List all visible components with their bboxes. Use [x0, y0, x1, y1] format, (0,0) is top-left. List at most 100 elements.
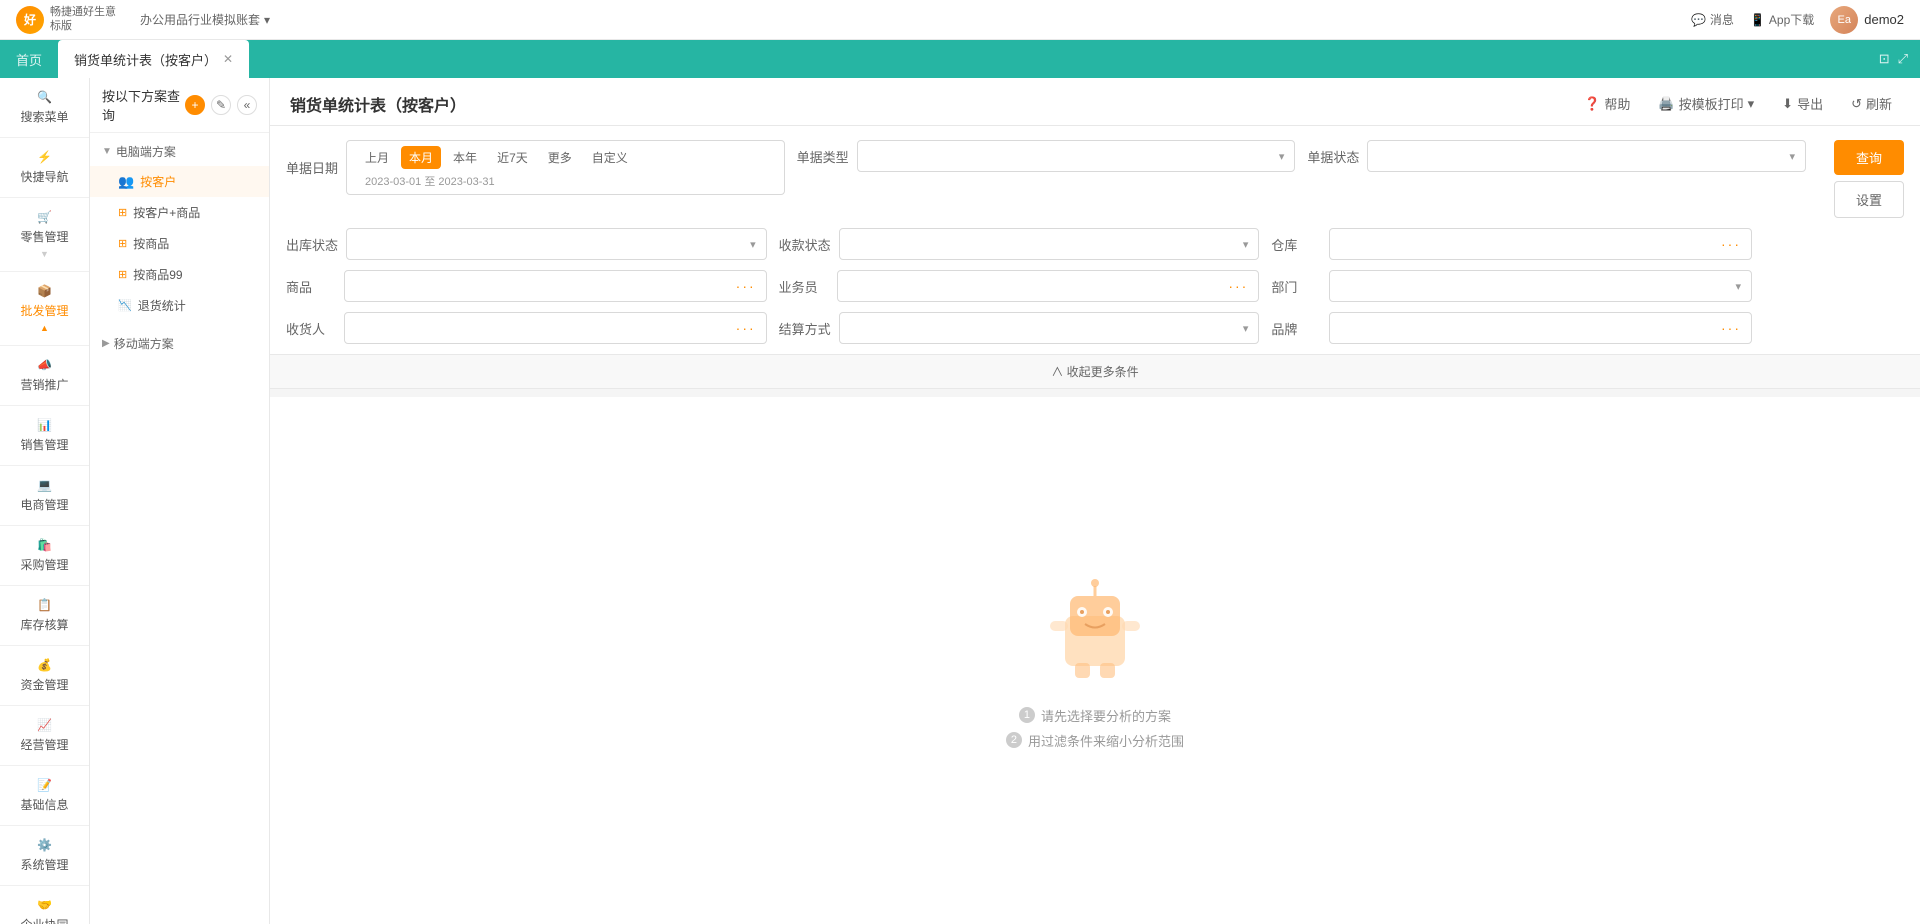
- app-download-btn[interactable]: 📱 App下载: [1750, 11, 1814, 28]
- brand-dots: ···: [1721, 320, 1741, 336]
- status-select[interactable]: ▾: [1367, 140, 1806, 172]
- tab-home[interactable]: 首页: [0, 40, 58, 78]
- date-btn-custom[interactable]: 自定义: [584, 146, 636, 169]
- sidebar-item-inventory[interactable]: 📋 库存核算: [0, 586, 89, 646]
- scheme-group-mobile-title[interactable]: ▶ 移动端方案: [90, 329, 269, 358]
- header-left: 好 畅捷通好生意 标版 办公用品行业模拟账套 ▾: [16, 6, 270, 34]
- query-btn[interactable]: 查询: [1834, 140, 1904, 175]
- brand-label: 品牌: [1271, 319, 1321, 338]
- status-label: 单据状态: [1307, 147, 1359, 166]
- page-title: 销货单统计表（按客户）: [290, 92, 466, 116]
- message-icon: 💬: [1691, 13, 1706, 27]
- settlement-select[interactable]: ▾: [839, 312, 1260, 344]
- help-btn[interactable]: ❓ 帮助: [1576, 90, 1638, 117]
- type-select[interactable]: ▾: [857, 140, 1296, 172]
- scheme-item-customer-goods[interactable]: ⊞ 按客户+商品: [90, 197, 269, 228]
- sidebar-item-wholesale[interactable]: 📦 批发管理 ▲: [0, 272, 89, 346]
- receiver-dots: ···: [736, 320, 756, 336]
- help-icon: ❓: [1584, 96, 1600, 112]
- date-label: 单据日期: [286, 158, 338, 177]
- empty-hint-2: 2 用过滤条件来缩小分析范围: [1006, 731, 1184, 750]
- tab-bar: 首页 销货单统计表（按客户） ✕ ⊡ ⤢: [0, 40, 1920, 78]
- receive-status-select[interactable]: ▾: [839, 228, 1260, 260]
- sidebar-item-operations[interactable]: 📈 经营管理: [0, 706, 89, 766]
- refresh-btn[interactable]: ↺ 刷新: [1843, 90, 1900, 117]
- settlement-chevron-icon: ▾: [1243, 322, 1249, 335]
- main-layout: 🔍 搜索菜单 ⚡ 快捷导航 🛒 零售管理 ▼ 📦 批发管理 ▲ 📣 营销推广 📊…: [0, 78, 1920, 924]
- staff-input[interactable]: ···: [837, 270, 1260, 302]
- scheme-item-goods99[interactable]: ⊞ 按商品99: [90, 259, 269, 290]
- date-btn-this-month[interactable]: 本月: [401, 146, 441, 169]
- empty-svg: [1035, 566, 1155, 686]
- sidebar-item-sales[interactable]: 📊 销售管理: [0, 406, 89, 466]
- edit-scheme-btn[interactable]: ✎: [211, 95, 231, 115]
- out-status-label: 出库状态: [286, 235, 338, 254]
- search-icon: 🔍: [37, 90, 52, 104]
- setting-btn[interactable]: 设置: [1834, 181, 1904, 218]
- scheme-group-desktop-title[interactable]: ▼ 电脑端方案: [90, 137, 269, 166]
- status-filter-field: 单据状态 ▾: [1307, 140, 1806, 172]
- sidebar-item-retail[interactable]: 🛒 零售管理 ▼: [0, 198, 89, 272]
- sidebar-item-purchase[interactable]: 🛍️ 采购管理: [0, 526, 89, 586]
- add-scheme-btn[interactable]: +: [185, 95, 205, 115]
- export-icon: ⬇: [1782, 96, 1793, 112]
- sidebar-item-enterprise[interactable]: 🤝 企业协同: [0, 886, 89, 924]
- tab-sales-stat[interactable]: 销货单统计表（按客户） ✕: [58, 40, 249, 78]
- logo-icon: 好: [16, 6, 44, 34]
- collapse-icon: ▲: [40, 323, 49, 333]
- tab-maximize[interactable]: ⊡ ⤢: [1867, 51, 1920, 67]
- collapse-scheme-btn[interactable]: «: [237, 95, 257, 115]
- scheme-item-by-customer[interactable]: 👥 按客户: [90, 166, 269, 197]
- sidebar-item-shortcuts[interactable]: ⚡ 快捷导航: [0, 138, 89, 198]
- out-status-chevron-icon: ▾: [750, 238, 756, 251]
- date-btn-7days[interactable]: 近7天: [489, 146, 536, 169]
- date-btn-more[interactable]: 更多: [540, 146, 580, 169]
- close-tab-icon[interactable]: ✕: [223, 52, 233, 66]
- logo-text: 畅捷通好生意 标版: [50, 6, 116, 32]
- filter-row-4: 收货人 ··· 结算方式 ▾ 品牌 ···: [286, 312, 1904, 344]
- scheme-item-by-goods[interactable]: ⊞ 按商品: [90, 228, 269, 259]
- out-status-select[interactable]: ▾: [346, 228, 767, 260]
- returns-icon: 📉: [118, 299, 132, 312]
- empty-illustration: [1035, 566, 1155, 686]
- date-btn-this-year[interactable]: 本年: [445, 146, 485, 169]
- goods-input[interactable]: ···: [344, 270, 767, 302]
- department-select[interactable]: ▾: [1329, 270, 1752, 302]
- customer-scheme-icon: 👥: [118, 174, 134, 190]
- export-btn[interactable]: ⬇ 导出: [1774, 90, 1831, 117]
- scheme-group-mobile: ▶ 移动端方案: [90, 325, 269, 362]
- company-selector[interactable]: 办公用品行业模拟账套 ▾: [140, 11, 270, 28]
- system-icon: ⚙️: [37, 838, 52, 852]
- right-action-btns: 查询 设置: [1834, 140, 1904, 218]
- logo-area: 好 畅捷通好生意 标版: [16, 6, 116, 34]
- scheme-panel: 按以下方案查询 + ✎ « ▼ 电脑端方案 👥 按客户 ⊞ 按客户+商品 ⊞: [90, 78, 270, 924]
- settlement-field: 结算方式 ▾: [779, 312, 1260, 344]
- goods99-icon: ⊞: [118, 268, 127, 281]
- sidebar-item-basic-info[interactable]: 📝 基础信息: [0, 766, 89, 826]
- sidebar-item-system[interactable]: ⚙️ 系统管理: [0, 826, 89, 886]
- print-icon: 🖨️: [1658, 96, 1674, 112]
- staff-dots: ···: [1228, 278, 1248, 294]
- sidebar-item-ecommerce[interactable]: 💻 电商管理: [0, 466, 89, 526]
- scheme-item-returns[interactable]: 📉 退货统计: [90, 290, 269, 321]
- collapse-bar[interactable]: ∧ 收起更多条件: [270, 355, 1920, 389]
- out-status-field: 出库状态 ▾: [286, 228, 767, 260]
- warehouse-input[interactable]: ···: [1329, 228, 1752, 260]
- warehouse-dots: ···: [1721, 236, 1741, 252]
- goods-icon: ⊞: [118, 237, 127, 250]
- filter-row-2: 出库状态 ▾ 收款状态 ▾ 仓库 ···: [286, 228, 1904, 260]
- receive-status-chevron-icon: ▾: [1243, 238, 1249, 251]
- user-area[interactable]: Ea demo2: [1830, 6, 1904, 34]
- purchase-icon: 🛍️: [37, 538, 52, 552]
- messages-btn[interactable]: 💬 消息: [1691, 11, 1734, 28]
- sidebar-item-marketing[interactable]: 📣 营销推广: [0, 346, 89, 406]
- sidebar-item-finance[interactable]: 💰 资金管理: [0, 646, 89, 706]
- receiver-input[interactable]: ···: [344, 312, 767, 344]
- receive-status-field: 收款状态 ▾: [779, 228, 1260, 260]
- download-icon: 📱: [1750, 13, 1765, 27]
- template-print-btn[interactable]: 🖨️ 按模板打印 ▾: [1650, 90, 1762, 117]
- sidebar-item-search[interactable]: 🔍 搜索菜单: [0, 78, 89, 138]
- date-btn-last-month[interactable]: 上月: [357, 146, 397, 169]
- department-label: 部门: [1271, 277, 1321, 296]
- brand-input[interactable]: ···: [1329, 312, 1752, 344]
